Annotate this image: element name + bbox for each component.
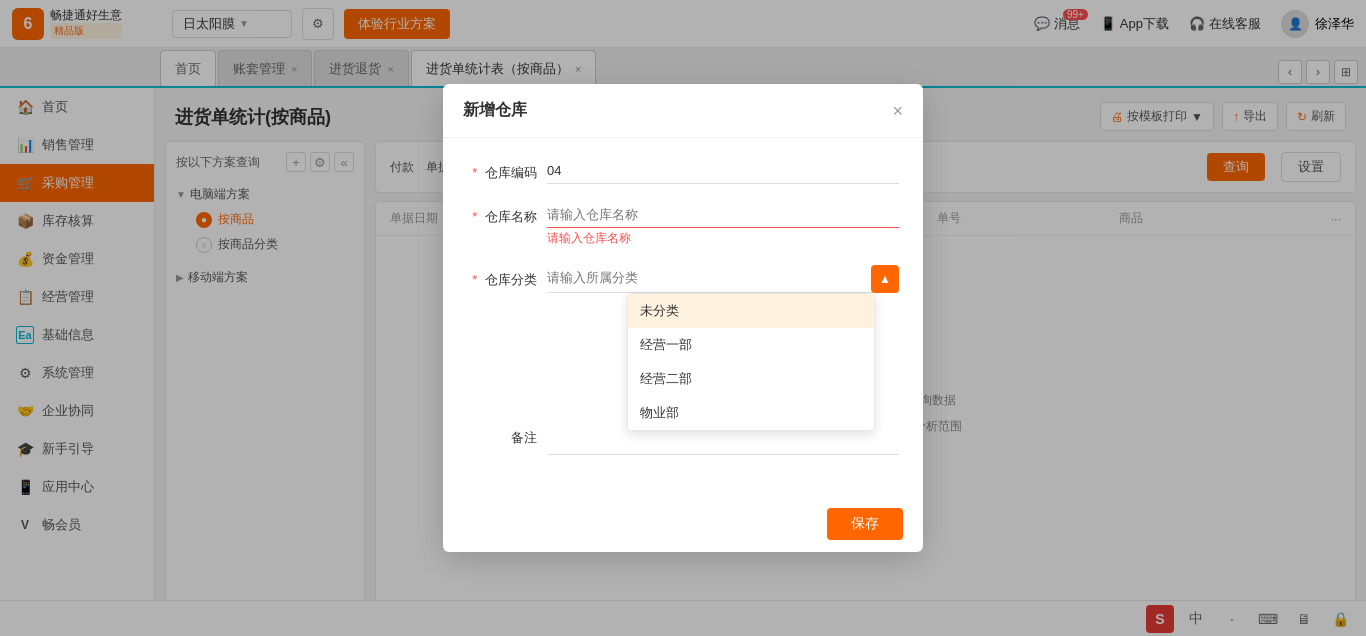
category-required-star: * — [472, 272, 477, 287]
code-field — [547, 158, 899, 184]
name-error-message: 请输入仓库名称 — [547, 230, 899, 247]
category-input-wrapper: ▲ — [547, 265, 899, 293]
category-label: * 仓库分类 — [467, 265, 547, 289]
new-warehouse-modal: 新增仓库 × * 仓库编码 * 仓库名称 — [443, 84, 923, 552]
name-required-star: * — [472, 209, 477, 224]
code-label: * 仓库编码 — [467, 158, 547, 182]
modal-body: * 仓库编码 * 仓库名称 请输入仓库名称 — [443, 138, 923, 496]
name-field: 请输入仓库名称 — [547, 202, 899, 247]
name-input[interactable] — [547, 202, 899, 228]
name-label: * 仓库名称 — [467, 202, 547, 226]
modal-overlay: 新增仓库 × * 仓库编码 * 仓库名称 — [0, 0, 1366, 636]
dropdown-item-uncategorized[interactable]: 未分类 — [628, 294, 874, 328]
dropdown-item-dept2[interactable]: 经营二部 — [628, 362, 874, 396]
dropdown-item-dept1[interactable]: 经营一部 — [628, 328, 874, 362]
form-row-code: * 仓库编码 — [467, 158, 899, 184]
code-input[interactable] — [547, 158, 899, 184]
category-input[interactable] — [547, 265, 899, 290]
name-label-text: 仓库名称 — [485, 209, 537, 224]
modal-header: 新增仓库 × — [443, 84, 923, 138]
dropdown-item-property[interactable]: 物业部 — [628, 396, 874, 430]
modal-close-button[interactable]: × — [892, 102, 903, 120]
category-dropdown-button[interactable]: ▲ — [871, 265, 899, 293]
modal-title: 新增仓库 — [463, 100, 527, 121]
note-label: 备注 — [467, 423, 547, 447]
note-label-text: 备注 — [511, 430, 537, 445]
modal-footer: 保存 — [443, 496, 923, 552]
category-label-text: 仓库分类 — [485, 272, 537, 287]
form-row-name: * 仓库名称 请输入仓库名称 — [467, 202, 899, 247]
modal-save-button[interactable]: 保存 — [827, 508, 903, 540]
code-required-star: * — [472, 165, 477, 180]
form-row-category: * 仓库分类 ▲ 未分类 经营一部 经营二部 物业部 — [467, 265, 899, 293]
category-dropdown-list: 未分类 经营一部 经营二部 物业部 — [627, 293, 875, 431]
category-field: ▲ 未分类 经营一部 经营二部 物业部 — [547, 265, 899, 293]
code-label-text: 仓库编码 — [485, 165, 537, 180]
